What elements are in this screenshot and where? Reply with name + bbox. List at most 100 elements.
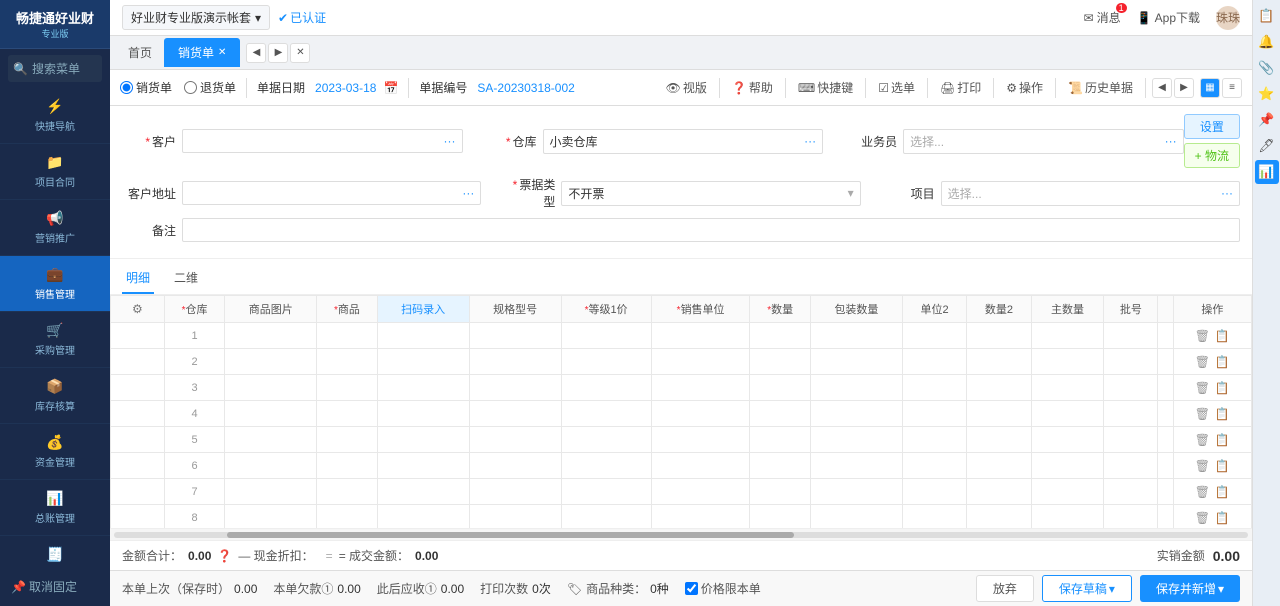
data-cell[interactable]	[967, 427, 1031, 453]
address-input[interactable]: ···	[182, 181, 481, 205]
tab-next-arrow[interactable]: ▶	[268, 43, 288, 63]
data-cell[interactable]	[377, 375, 469, 401]
data-cell[interactable]	[225, 323, 317, 349]
row-action-cell[interactable]: 🗑📋	[1173, 453, 1251, 479]
history-button[interactable]: 📜 历史单据	[1062, 76, 1139, 99]
grid-view-button[interactable]: ▦	[1200, 78, 1220, 98]
copy-row-icon[interactable]: 📋	[1214, 380, 1230, 396]
address-dots-icon[interactable]: ···	[462, 186, 474, 200]
data-cell[interactable]	[317, 427, 378, 453]
data-cell[interactable]	[561, 349, 651, 375]
draft-dropdown-icon[interactable]: ▾	[1109, 582, 1115, 596]
delete-row-icon[interactable]: 🗑	[1194, 432, 1210, 448]
copy-row-icon[interactable]: 📋	[1214, 458, 1230, 474]
data-cell[interactable]	[967, 401, 1031, 427]
tab-close-all[interactable]: ✕	[290, 43, 310, 63]
print-button[interactable]: 🖨 打印	[934, 76, 987, 99]
sidebar-item-purchase[interactable]: 🛒 采购管理	[0, 312, 110, 368]
table-row[interactable]: 5🗑📋	[111, 427, 1252, 453]
tab-home[interactable]: 首页	[118, 38, 162, 67]
data-cell[interactable]	[810, 401, 902, 427]
data-cell[interactable]	[1158, 453, 1174, 479]
data-cell[interactable]	[750, 401, 811, 427]
calendar-icon[interactable]: 📅	[383, 81, 398, 95]
data-cell[interactable]	[902, 349, 966, 375]
data-cell[interactable]	[1158, 505, 1174, 529]
data-cell[interactable]	[561, 375, 651, 401]
data-cell[interactable]	[750, 375, 811, 401]
table-row[interactable]: 7🗑📋	[111, 479, 1252, 505]
note-input[interactable]	[182, 218, 1240, 242]
row-action-cell[interactable]: 🗑📋	[1173, 401, 1251, 427]
data-cell[interactable]	[902, 375, 966, 401]
data-cell[interactable]	[651, 401, 750, 427]
set-button[interactable]: 设置	[1184, 114, 1240, 139]
data-cell[interactable]	[1158, 401, 1174, 427]
search-menu-button[interactable]: 🔍 搜索菜单	[8, 55, 102, 82]
data-cell[interactable]	[317, 505, 378, 529]
sidebar-item-inventory[interactable]: 📦 库存核算	[0, 368, 110, 424]
data-cell[interactable]	[225, 375, 317, 401]
data-cell[interactable]	[225, 427, 317, 453]
horizontal-scrollbar[interactable]	[110, 528, 1252, 540]
delete-row-icon[interactable]: 🗑	[1194, 328, 1210, 344]
tab-detail[interactable]: 明细	[122, 263, 154, 294]
data-cell[interactable]	[902, 401, 966, 427]
panel-icon-7[interactable]: 📊	[1255, 160, 1279, 184]
data-cell[interactable]	[967, 479, 1031, 505]
data-cell[interactable]	[469, 479, 561, 505]
staff-dots-icon[interactable]: ···	[1165, 134, 1177, 148]
view-button[interactable]: 👁 视版	[660, 76, 713, 99]
copy-row-icon[interactable]: 📋	[1214, 328, 1230, 344]
data-cell[interactable]	[469, 375, 561, 401]
data-cell[interactable]	[377, 401, 469, 427]
data-cell[interactable]	[810, 427, 902, 453]
copy-row-icon[interactable]: 📋	[1214, 406, 1230, 422]
data-cell[interactable]	[1104, 401, 1158, 427]
delete-row-icon[interactable]: 🗑	[1194, 484, 1210, 500]
panel-icon-2[interactable]: 🔔	[1255, 30, 1279, 54]
data-cell[interactable]	[1104, 427, 1158, 453]
data-cell[interactable]	[377, 479, 469, 505]
data-cell[interactable]	[377, 505, 469, 529]
data-cell[interactable]	[469, 323, 561, 349]
data-cell[interactable]	[902, 453, 966, 479]
message-button[interactable]: ✉ 1 消息	[1084, 9, 1121, 26]
invoice-select[interactable]: 不开票 ▾	[561, 181, 860, 206]
data-cell[interactable]	[810, 375, 902, 401]
data-cell[interactable]	[1104, 349, 1158, 375]
data-cell[interactable]	[1104, 323, 1158, 349]
data-cell[interactable]	[377, 323, 469, 349]
settings-icon[interactable]: ⚙	[132, 302, 143, 316]
data-cell[interactable]	[317, 349, 378, 375]
copy-row-icon[interactable]: 📋	[1214, 354, 1230, 370]
data-cell[interactable]	[1031, 401, 1104, 427]
data-cell[interactable]	[1031, 453, 1104, 479]
data-cell[interactable]	[317, 375, 378, 401]
save-draft-button[interactable]: 保存草稿 ▾	[1042, 575, 1132, 602]
data-cell[interactable]	[651, 323, 750, 349]
col-settings[interactable]: ⚙	[111, 296, 165, 323]
data-cell[interactable]	[317, 479, 378, 505]
data-cell[interactable]	[317, 453, 378, 479]
shortcut-button[interactable]: ⌨ 快捷键	[792, 76, 859, 99]
copy-row-icon[interactable]: 📋	[1214, 432, 1230, 448]
data-cell[interactable]	[377, 349, 469, 375]
table-row[interactable]: 4🗑📋	[111, 401, 1252, 427]
tab-prev-arrow[interactable]: ◀	[246, 43, 266, 63]
list-view-button[interactable]: ≡	[1222, 78, 1242, 98]
radio-sales[interactable]: 销货单	[120, 79, 172, 96]
data-cell[interactable]	[651, 349, 750, 375]
sidebar-item-project[interactable]: 📁 项目合同	[0, 144, 110, 200]
data-cell[interactable]	[967, 323, 1031, 349]
data-cell[interactable]	[902, 479, 966, 505]
operations-button[interactable]: ⚙ 操作	[1000, 76, 1049, 99]
data-cell[interactable]	[810, 323, 902, 349]
tab-2d[interactable]: 二维	[170, 263, 202, 294]
panel-icon-1[interactable]: 📋	[1255, 4, 1279, 28]
data-cell[interactable]	[1158, 323, 1174, 349]
data-cell[interactable]	[967, 505, 1031, 529]
sidebar-item-sales[interactable]: 💼 销售管理	[0, 256, 110, 312]
delete-row-icon[interactable]: 🗑	[1194, 510, 1210, 526]
data-cell[interactable]	[750, 479, 811, 505]
